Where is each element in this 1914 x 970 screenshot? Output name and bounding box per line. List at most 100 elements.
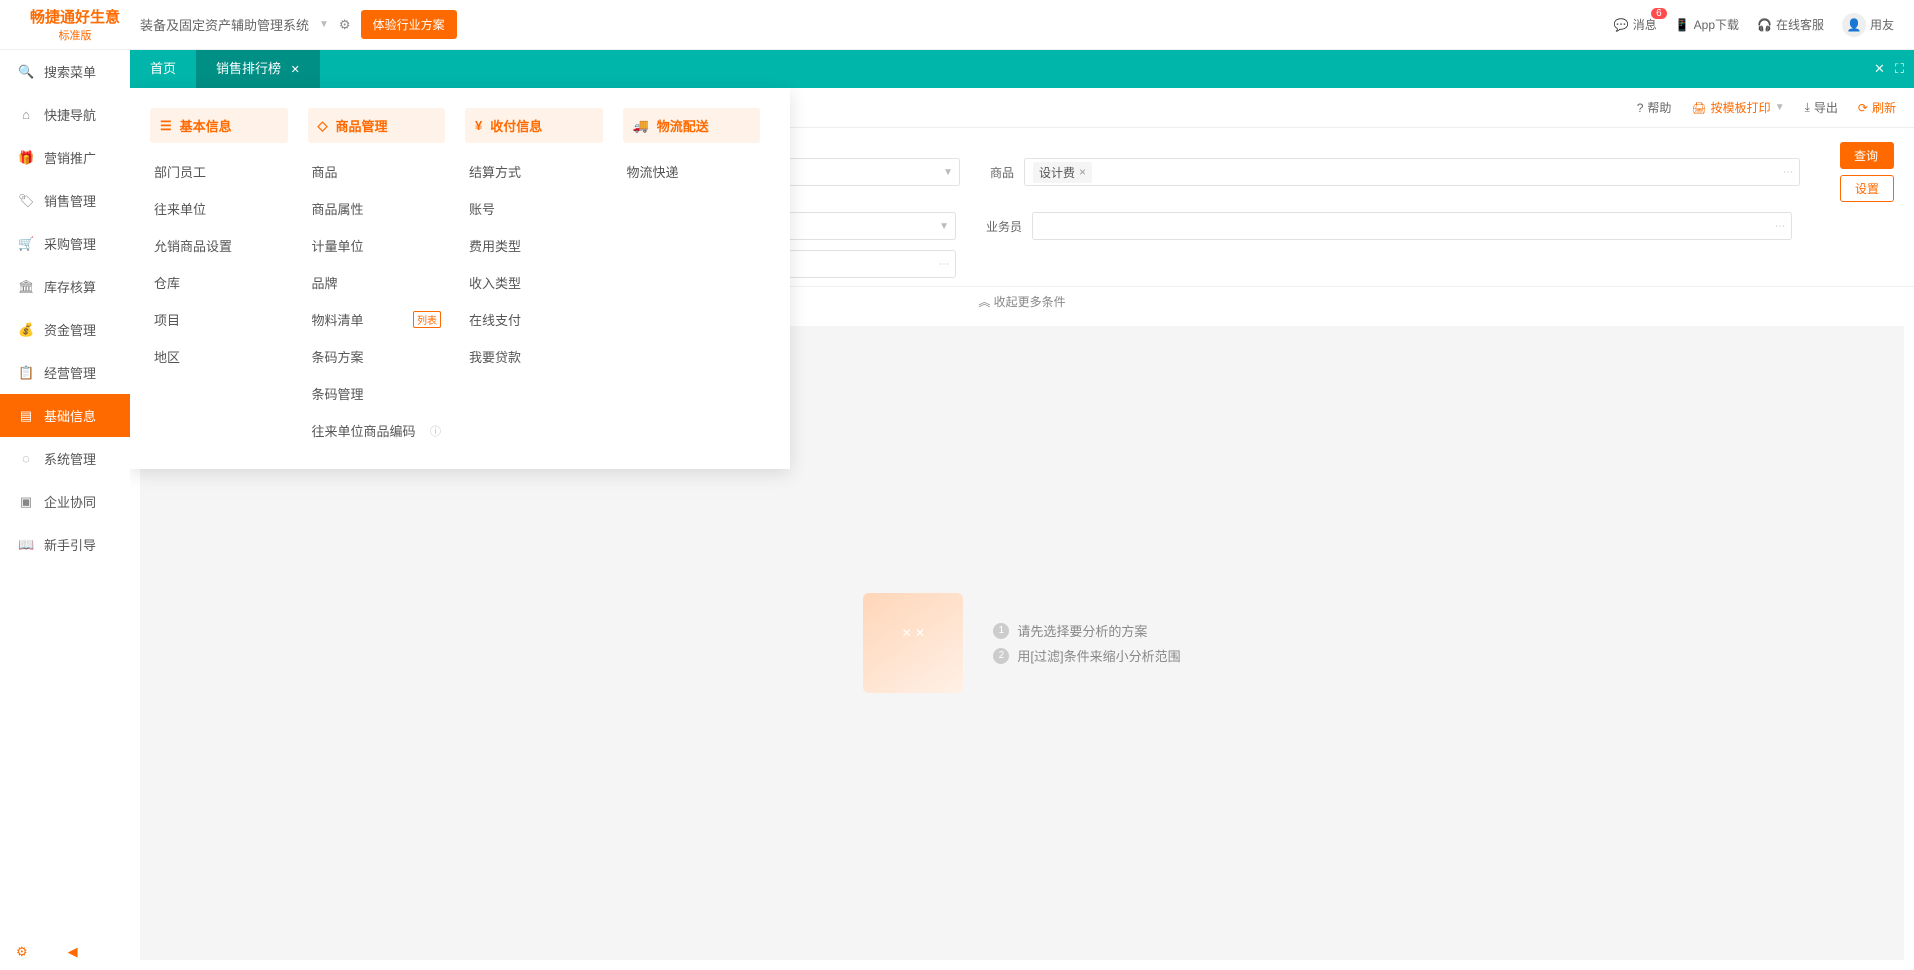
help-button[interactable]: ?帮助 (1637, 99, 1672, 116)
product-chip[interactable]: 设计费× (1033, 162, 1092, 183)
sidebar-item-guide[interactable]: 📖新手引导 (0, 523, 130, 566)
message-badge: 6 (1651, 8, 1667, 19)
more-icon[interactable]: ⋯ (939, 259, 949, 270)
sales-input[interactable]: ⋯ (1032, 212, 1792, 240)
mega-item-brand[interactable]: 品牌 (308, 264, 446, 301)
system-selector[interactable]: 装备及固定资产辅助管理系统 ▼ ⚙ 体验行业方案 (140, 10, 457, 39)
collapse-sidebar-icon[interactable]: ◀ (68, 944, 78, 960)
list-tag[interactable]: 列表 (413, 311, 441, 328)
brand-sub: 标准版 (20, 27, 130, 43)
book-icon: 📖 (18, 537, 34, 553)
clipboard-icon: 📋 (18, 365, 34, 381)
sidebar-item-search[interactable]: 🔍搜索菜单 (0, 50, 130, 93)
brand-text: 畅捷通好生意 (20, 6, 130, 27)
mega-item-warehouse[interactable]: 仓库 (150, 264, 288, 301)
help-icon: ? (1637, 101, 1644, 115)
sidebar-item-quicknav[interactable]: ⌂快捷导航 (0, 93, 130, 136)
header-right: 💬 消息 6 📱 App下载 🎧 在线客服 👤 用友 (1614, 13, 1894, 37)
mega-item-dept[interactable]: 部门员工 (150, 153, 288, 190)
try-plan-button[interactable]: 体验行业方案 (361, 10, 457, 39)
empty-illustration (863, 593, 963, 693)
phone-icon: 📱 (1675, 18, 1690, 32)
sidebar-item-purchase[interactable]: 🛒采购管理 (0, 222, 130, 265)
gift-icon: 🎁 (18, 150, 34, 166)
sidebar-item-inventory[interactable]: 🏛库存核算 (0, 265, 130, 308)
brand-logo: 畅捷通好生意 标准版 (20, 6, 130, 43)
print-button[interactable]: 🖨按模板打印▼ (1691, 99, 1784, 116)
tag-icon: 🏷 (18, 193, 34, 209)
mega-item-income[interactable]: 收入类型 (465, 264, 603, 301)
online-service-label: 在线客服 (1776, 16, 1824, 33)
mega-head-basic: ☰基本信息 (150, 108, 288, 143)
close-tab-icon[interactable]: ✕ (291, 64, 300, 76)
help-icon[interactable]: ⓘ (430, 423, 441, 439)
sidebar-item-basic[interactable]: ▤基础信息 (0, 394, 130, 437)
product-label: 商品 (990, 164, 1024, 181)
mega-item-onlinepay[interactable]: 在线支付 (465, 301, 603, 338)
sidebar-item-operation[interactable]: 📋经营管理 (0, 351, 130, 394)
mega-item-partner[interactable]: 往来单位 (150, 190, 288, 227)
mega-head-logistics: 🚚物流配送 (623, 108, 761, 143)
mega-item-product[interactable]: 商品 (308, 153, 446, 190)
mega-head-pay: ¥收付信息 (465, 108, 603, 143)
mega-item-account[interactable]: 账号 (465, 190, 603, 227)
query-button[interactable]: 查询 (1840, 142, 1894, 169)
more-icon[interactable]: ⋯ (1783, 167, 1793, 178)
remove-chip-icon[interactable]: × (1079, 165, 1086, 179)
cart-icon: 🛒 (18, 236, 34, 252)
mega-item-allowsale[interactable]: 允销商品设置 (150, 227, 288, 264)
chevron-down-icon: ▼ (939, 221, 949, 232)
mega-menu: ☰基本信息 部门员工 往来单位 允销商品设置 仓库 项目 地区 ◇商品管理 商品… (130, 88, 790, 469)
sidebar-item-sales[interactable]: 🏷销售管理 (0, 179, 130, 222)
warehouse-icon: 🏛 (18, 279, 34, 295)
sidebar-item-system[interactable]: ◌系统管理 (0, 437, 130, 480)
tabs-bar: 首页 销售排行榜 ✕ ✕ ⛶ ☰基本信息 部门员工 往来单位 允销商品设置 仓库… (130, 50, 1914, 88)
top-header: 畅捷通好生意 标准版 装备及固定资产辅助管理系统 ▼ ⚙ 体验行业方案 💬 消息… (0, 0, 1914, 50)
sidebar-item-enterprise[interactable]: ▣企业协同 (0, 480, 130, 523)
export-icon: ⤓ (1805, 100, 1810, 115)
app-download-button[interactable]: 📱 App下载 (1675, 16, 1739, 33)
export-button[interactable]: ⤓导出 (1805, 99, 1838, 116)
refresh-button[interactable]: ⟳刷新 (1858, 99, 1896, 116)
mega-item-region[interactable]: 地区 (150, 338, 288, 375)
empty-step-1: 1请先选择要分析的方案 (993, 621, 1180, 640)
mega-item-settle[interactable]: 结算方式 (465, 153, 603, 190)
product-input[interactable]: 设计费× ⋯ (1024, 158, 1800, 186)
mega-item-barcodeplan[interactable]: 条码方案 (308, 338, 446, 375)
close-all-icon[interactable]: ✕ (1874, 61, 1885, 77)
sidebar-item-marketing[interactable]: 🎁营销推广 (0, 136, 130, 179)
sidebar-item-funds[interactable]: 💰资金管理 (0, 308, 130, 351)
home-icon: ⌂ (18, 107, 34, 122)
settings-button[interactable]: 设置 (1840, 175, 1894, 202)
mega-item-unit[interactable]: 计量单位 (308, 227, 446, 264)
sidebar-bottom: ⚙ ◀ (0, 934, 130, 970)
step-1-badge: 1 (993, 623, 1009, 639)
mega-item-express[interactable]: 物流快递 (623, 153, 761, 190)
mega-item-productattr[interactable]: 商品属性 (308, 190, 446, 227)
truck-icon: 🚚 (633, 118, 649, 134)
message-icon: 💬 (1614, 18, 1629, 32)
gear-icon[interactable]: ⚙ (339, 17, 351, 33)
sales-label: 业务员 (986, 218, 1032, 235)
fullscreen-icon[interactable]: ⛶ (1895, 61, 1904, 77)
more-icon[interactable]: ⋯ (1775, 221, 1785, 232)
mega-item-loan[interactable]: 我要贷款 (465, 338, 603, 375)
team-icon: ▣ (18, 494, 34, 510)
coin-icon: ¥ (475, 118, 482, 133)
tab-ranking[interactable]: 销售排行榜 ✕ (196, 50, 320, 88)
box-icon: ◇ (318, 118, 328, 134)
app-download-label: App下载 (1694, 16, 1739, 33)
user-menu[interactable]: 👤 用友 (1842, 13, 1894, 37)
bottom-gear-icon[interactable]: ⚙ (16, 944, 28, 960)
mega-item-project[interactable]: 项目 (150, 301, 288, 338)
mega-item-partnercode[interactable]: 往来单位商品编码ⓘ (308, 412, 446, 449)
avatar-icon: 👤 (1842, 13, 1866, 37)
online-service-button[interactable]: 🎧 在线客服 (1757, 16, 1824, 33)
mega-item-bom[interactable]: 物料清单列表 (308, 301, 446, 338)
mega-item-barcodemgmt[interactable]: 条码管理 (308, 375, 446, 412)
tab-home[interactable]: 首页 (130, 50, 196, 88)
chevron-up-icon: ︽ (978, 295, 990, 309)
info-icon: ▤ (18, 408, 34, 424)
message-button[interactable]: 💬 消息 6 (1614, 16, 1657, 33)
mega-item-expense[interactable]: 费用类型 (465, 227, 603, 264)
